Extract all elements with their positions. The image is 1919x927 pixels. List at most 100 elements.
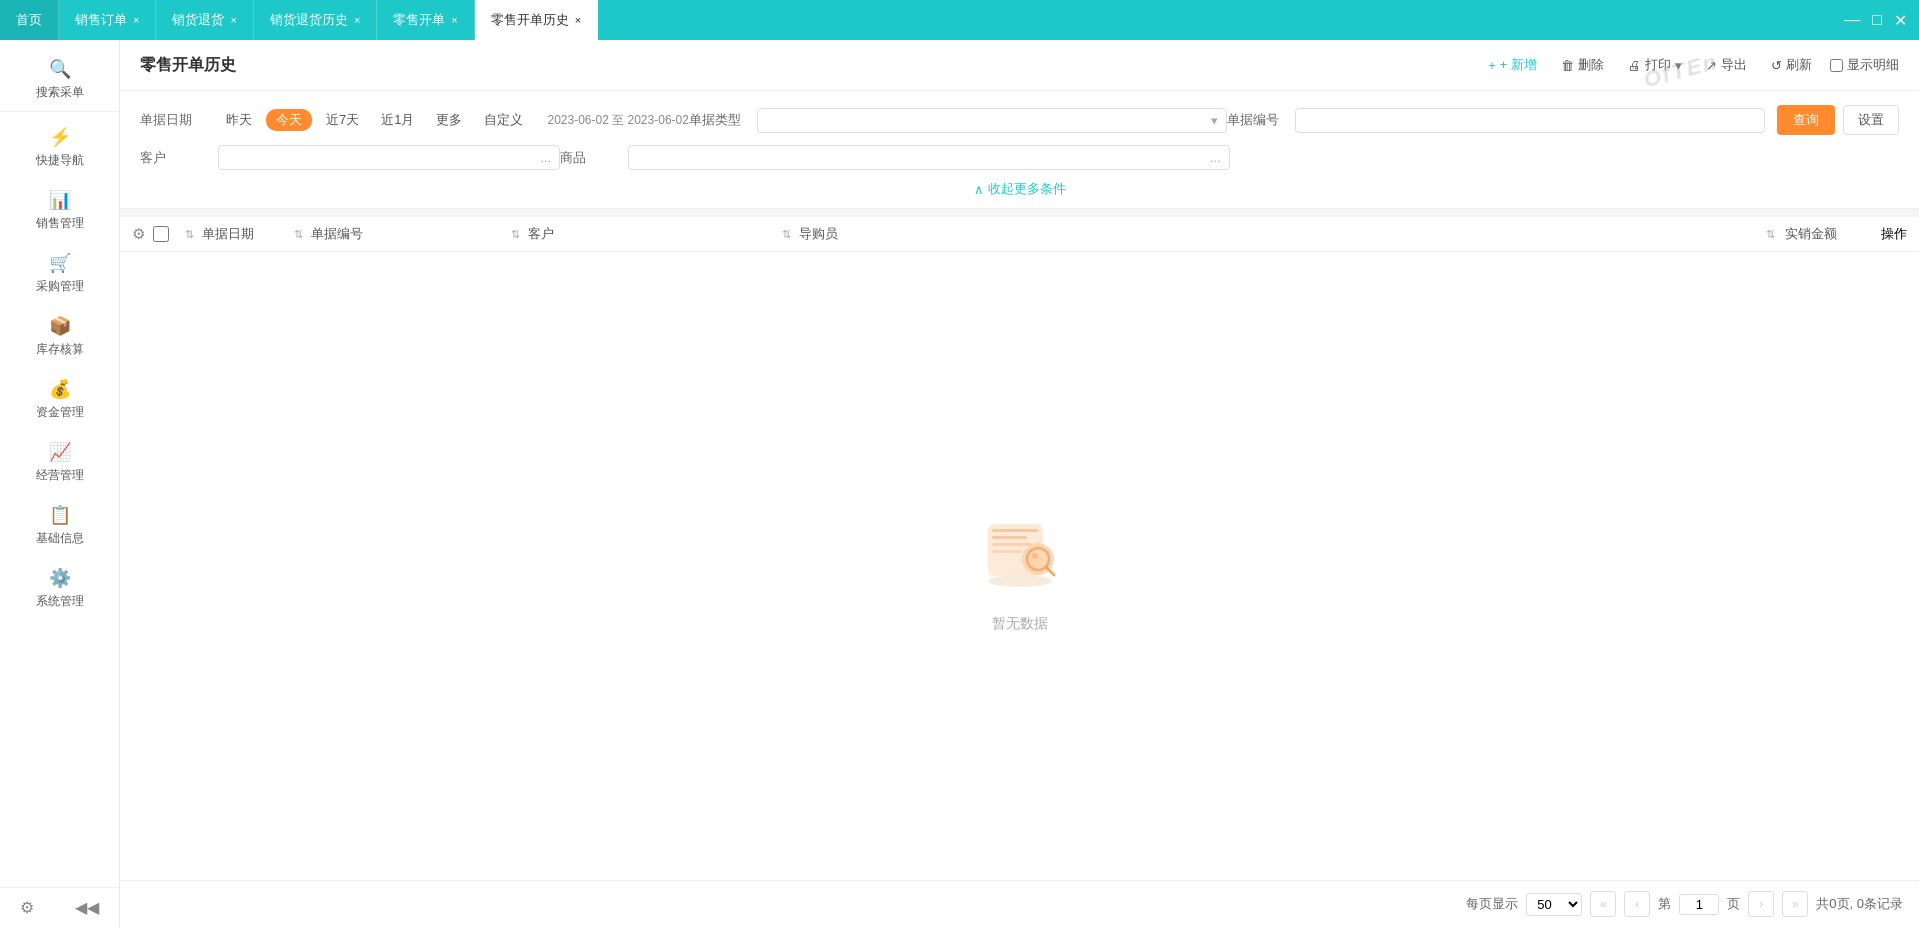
sidebar-item-system[interactable]: ⚙️ 系统管理: [0, 557, 119, 620]
number-filter-input-wrap: [1295, 108, 1765, 133]
tab-sales-return[interactable]: 销货退货 ×: [156, 0, 253, 40]
customer-filter-input[interactable]: [227, 150, 536, 165]
delete-button[interactable]: 🗑 删除: [1555, 52, 1610, 78]
display-detail-checkbox[interactable]: [1830, 59, 1843, 72]
sidebar-collapse-button[interactable]: ◀◀: [75, 898, 99, 917]
col-amount-sort-icon: ⇅: [1766, 228, 1775, 241]
date-opt-today[interactable]: 今天: [266, 109, 312, 131]
sidebar-item-purchase-label: 采购管理: [36, 278, 84, 295]
tab-sales-return-label: 销货退货: [172, 11, 224, 29]
sidebar-item-inventory-label: 库存核算: [36, 341, 84, 358]
minimize-button[interactable]: —: [1844, 11, 1860, 29]
basic-info-icon: 📋: [49, 504, 71, 526]
next-page-button[interactable]: ›: [1748, 891, 1774, 917]
customer-filter-input-wrap: ...: [218, 145, 560, 170]
sidebar-item-purchase[interactable]: 🛒 采购管理: [0, 242, 119, 305]
filter-area: 单据日期 昨天 今天 近7天 近1月 更多 自定义 2023-06-02 至 2…: [120, 91, 1919, 209]
goods-filter-input[interactable]: [637, 150, 1206, 165]
print-arrow-icon: ▾: [1675, 58, 1682, 73]
tab-sales-return-history-close[interactable]: ×: [354, 14, 360, 26]
sidebar-item-basic-info-label: 基础信息: [36, 530, 84, 547]
tab-home[interactable]: 首页: [0, 0, 59, 40]
operations-icon: 📈: [49, 441, 71, 463]
tab-sales-order-close[interactable]: ×: [133, 14, 139, 26]
sidebar-item-basic-info[interactable]: 📋 基础信息: [0, 494, 119, 557]
print-label: 打印: [1645, 56, 1671, 74]
type-filter-select[interactable]: ▾: [757, 108, 1227, 133]
sidebar-item-sales[interactable]: 📊 销售管理: [0, 179, 119, 242]
close-button[interactable]: ✕: [1894, 11, 1907, 30]
settings-button[interactable]: 设置: [1843, 105, 1899, 135]
purchase-icon: 🛒: [49, 252, 71, 274]
prev-page-button[interactable]: ‹: [1624, 891, 1650, 917]
add-button[interactable]: + + 新增: [1482, 52, 1543, 78]
export-label: 导出: [1721, 56, 1747, 74]
sidebar-item-quick-nav[interactable]: ⚡ 快捷导航: [0, 116, 119, 179]
maximize-button[interactable]: □: [1872, 11, 1882, 29]
col-guide-sort-icon: ⇅: [782, 228, 791, 241]
tab-retail-order-close[interactable]: ×: [451, 14, 457, 26]
pagination: 每页显示 50 10 20 100 « ‹ 第 页 › » 共0页, 0条记录: [120, 880, 1919, 927]
tab-retail-order-history[interactable]: 零售开单历史 ×: [475, 0, 598, 40]
page-total-label: 共0页, 0条记录: [1816, 895, 1903, 913]
main-layout: 🔍 搜索采单 ⚡ 快捷导航 📊 销售管理 🛒 采购管理 📦 库存核算 💰 资金管…: [0, 40, 1919, 927]
date-opt-custom[interactable]: 自定义: [476, 109, 531, 131]
sidebar-item-finance[interactable]: 💰 资金管理: [0, 368, 119, 431]
refresh-icon: ↺: [1771, 58, 1782, 73]
sidebar-item-finance-label: 资金管理: [36, 404, 84, 421]
tab-retail-order[interactable]: 零售开单 ×: [377, 0, 474, 40]
svg-point-9: [1032, 553, 1038, 559]
collapse-filter-button[interactable]: ∧ 收起更多条件: [140, 180, 1899, 198]
date-opt-1month[interactable]: 近1月: [373, 109, 422, 131]
export-icon: ↗: [1706, 58, 1717, 73]
tab-sales-order[interactable]: 销售订单 ×: [59, 0, 156, 40]
refresh-label: 刷新: [1786, 56, 1812, 74]
sidebar-item-inventory[interactable]: 📦 库存核算: [0, 305, 119, 368]
per-page-label: 每页显示: [1466, 895, 1518, 913]
display-detail-checkbox-label[interactable]: 显示明细: [1830, 56, 1899, 74]
tab-retail-order-history-label: 零售开单历史: [491, 11, 569, 29]
first-page-button[interactable]: «: [1590, 891, 1616, 917]
search-icon: 🔍: [49, 58, 71, 80]
add-label: + 新增: [1500, 56, 1537, 74]
date-options: 昨天 今天 近7天 近1月 更多 自定义: [218, 109, 531, 131]
svg-rect-2: [992, 529, 1038, 532]
query-button[interactable]: 查询: [1777, 105, 1835, 135]
select-all-checkbox[interactable]: [153, 226, 169, 242]
print-button[interactable]: 🖨 打印 ▾: [1622, 52, 1688, 78]
date-opt-yesterday[interactable]: 昨天: [218, 109, 260, 131]
goods-filter-input-wrap: ...: [628, 145, 1230, 170]
goods-lookup-icon[interactable]: ...: [1210, 150, 1221, 165]
col-date-sort-icon: ⇅: [185, 228, 194, 241]
sidebar-bottom: ⚙ ◀◀: [0, 887, 119, 927]
sidebar-settings-button[interactable]: ⚙: [20, 898, 34, 917]
goods-filter-label: 商品: [560, 149, 620, 167]
last-page-button[interactable]: »: [1782, 891, 1808, 917]
sidebar-item-operations[interactable]: 📈 经营管理: [0, 431, 119, 494]
sidebar-search[interactable]: 🔍 搜索采单: [0, 48, 119, 112]
page-header: 零售开单历史 + + 新增 🗑 删除 🖨 打印 ▾ ↗ 导出: [120, 40, 1919, 91]
sidebar-item-operations-label: 经营管理: [36, 467, 84, 484]
date-opt-7days[interactable]: 近7天: [318, 109, 367, 131]
page-number-input[interactable]: [1679, 894, 1719, 915]
customer-filter-label: 客户: [140, 149, 210, 167]
page-actions: + + 新增 🗑 删除 🖨 打印 ▾ ↗ 导出 ↺: [1482, 52, 1899, 78]
per-page-select[interactable]: 50 10 20 100: [1526, 893, 1582, 916]
table-settings-icon[interactable]: ⚙: [132, 225, 145, 243]
col-customer-sort-icon: ⇅: [511, 228, 520, 241]
svg-rect-4: [992, 543, 1032, 546]
export-button[interactable]: ↗ 导出: [1700, 52, 1753, 78]
tab-retail-order-history-close[interactable]: ×: [575, 14, 581, 26]
col-amount-label: 实销金额: [1785, 225, 1837, 243]
tab-home-label: 首页: [16, 11, 42, 29]
page-label-first: 第: [1658, 895, 1671, 913]
table-area: ⚙ ⇅ 单据日期 ⇅ 单据编号 ⇅ 客户 ⇅ 导购员 ⇅ 实销金额 操作: [120, 217, 1919, 880]
tab-sales-return-history[interactable]: 销货退货历史 ×: [254, 0, 377, 40]
collapse-arrow-icon: ∧: [974, 182, 984, 197]
refresh-button[interactable]: ↺ 刷新: [1765, 52, 1818, 78]
tab-sales-return-close[interactable]: ×: [230, 14, 236, 26]
number-filter-input[interactable]: [1304, 113, 1756, 128]
customer-lookup-icon[interactable]: ...: [540, 150, 551, 165]
svg-rect-3: [992, 536, 1027, 539]
date-opt-more[interactable]: 更多: [428, 109, 470, 131]
